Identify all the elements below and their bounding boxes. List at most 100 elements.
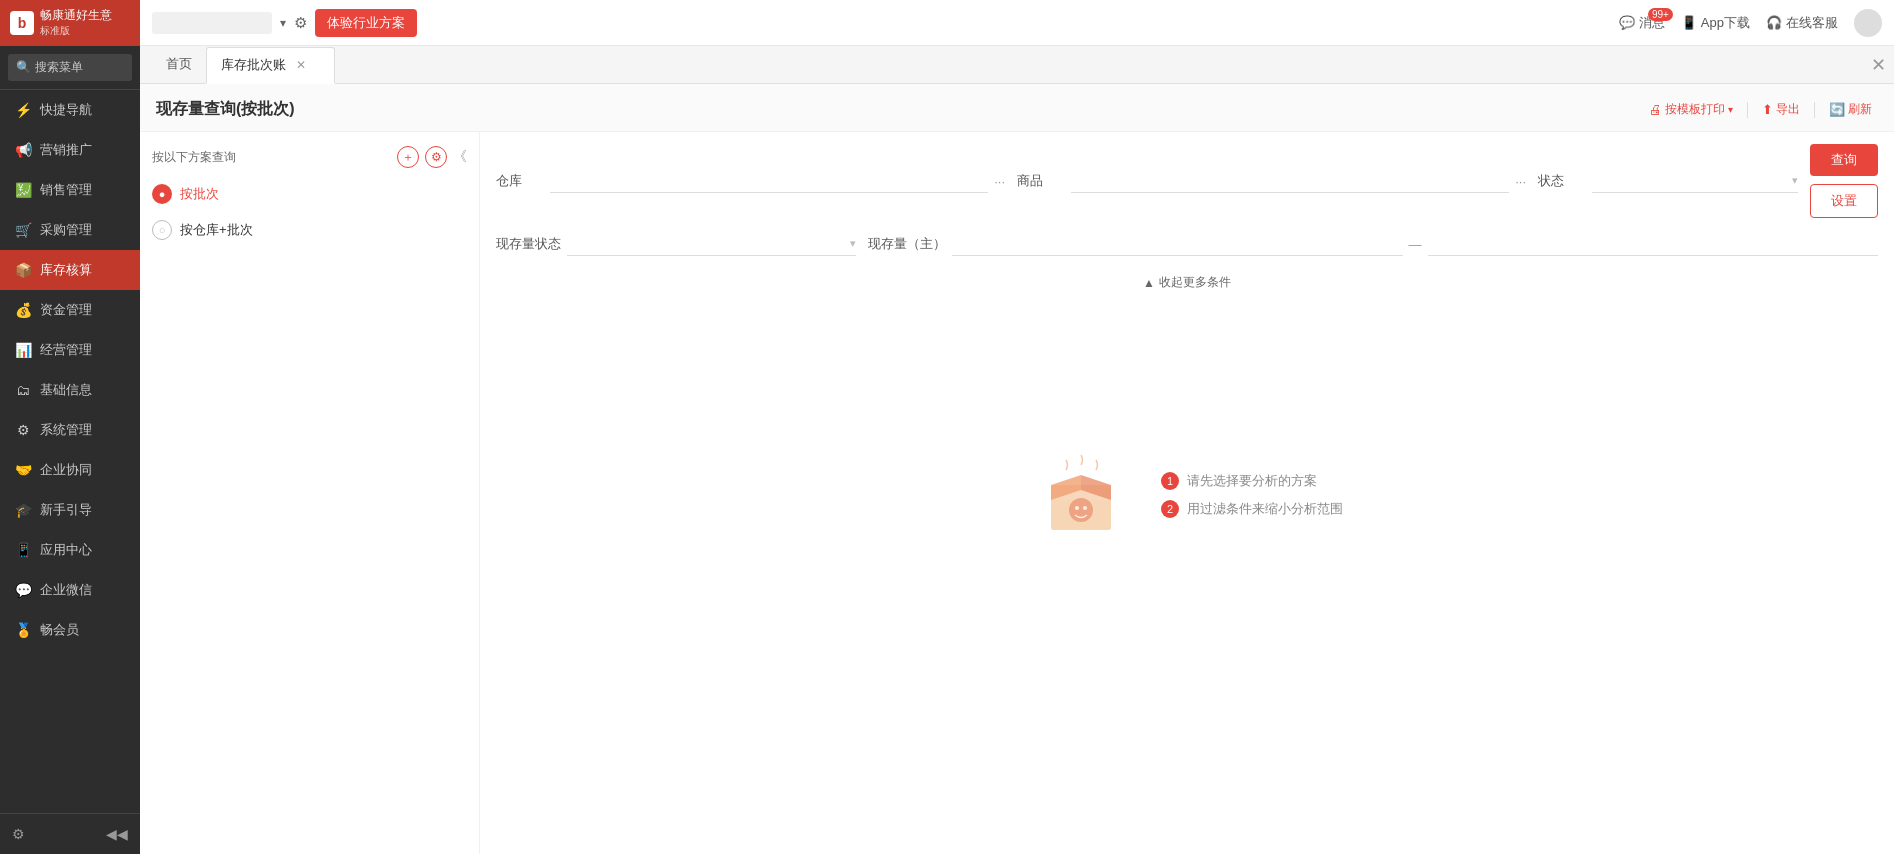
topbar-right: 💬 消息 99+ 📱 App下载 🎧 在线客服: [1619, 9, 1882, 37]
settings-footer-icon[interactable]: ⚙: [8, 822, 29, 846]
status-select-wrap: 启用 停用 ▾: [1592, 169, 1798, 193]
sidebar: b 畅康通好生意 标准版 🔍 搜索菜单 ⚡ 快捷导航 📢 营销推广 💹 销售管理…: [0, 0, 140, 854]
empty-state-content: 1 请先选择要分析的方案 2 用过滤条件来缩小分析范围: [1031, 445, 1343, 545]
product-filter-input[interactable]: [1071, 169, 1509, 193]
experience-btn[interactable]: 体验行业方案: [315, 9, 417, 37]
sidebar-item-marketing[interactable]: 📢 营销推广: [0, 130, 140, 170]
filter-row-1: 仓库 ··· 商品 ··· 状态 启用: [496, 144, 1878, 218]
tab-close-btn[interactable]: ✕: [296, 58, 306, 72]
tip-number-2: 2: [1161, 500, 1179, 518]
quicknav-icon: ⚡: [14, 101, 32, 119]
sidebar-search-section: 🔍 搜索菜单: [0, 46, 140, 90]
sidebar-item-label: 采购管理: [40, 221, 92, 239]
message-icon: 💬: [1619, 15, 1635, 30]
topbar-gear-icon[interactable]: ⚙: [294, 14, 307, 32]
warehouse-filter-input[interactable]: [550, 169, 988, 193]
system-icon: ⚙: [14, 421, 32, 439]
sidebar-item-purchase[interactable]: 🛒 采购管理: [0, 210, 140, 250]
enterprise-icon: 🤝: [14, 461, 32, 479]
page-header-actions: 🖨 按模板打印 ▾ ⬆ 导出 🔄 刷新: [1643, 98, 1878, 121]
sidebar-item-label: 快捷导航: [40, 101, 92, 119]
collapse-left-icon[interactable]: 《: [453, 148, 467, 166]
sidebar-item-appcenter[interactable]: 📱 应用中心: [0, 530, 140, 570]
online-service-item[interactable]: 🎧 在线客服: [1766, 14, 1838, 32]
close-tab-right-icon[interactable]: ✕: [1871, 54, 1886, 76]
svg-point-6: [1083, 506, 1087, 510]
filter-row-2: 现存量状态 全部 有库存 无库存 ▾ 现存量（主）: [496, 232, 1878, 256]
sidebar-item-finance[interactable]: 💰 资金管理: [0, 290, 140, 330]
sidebar-item-wechat[interactable]: 💬 企业微信: [0, 570, 140, 610]
empty-tips: 1 请先选择要分析的方案 2 用过滤条件来缩小分析范围: [1161, 472, 1343, 518]
inventory-status-select[interactable]: 全部 有库存 无库存: [567, 232, 850, 255]
guide-icon: 🎓: [14, 501, 32, 519]
app-download-item[interactable]: 📱 App下载: [1681, 14, 1750, 32]
stock-max-input[interactable]: [1428, 232, 1879, 256]
sidebar-item-basics[interactable]: 🗂 基础信息: [0, 370, 140, 410]
empty-icon: [1031, 445, 1131, 545]
search-menu-button[interactable]: 🔍 搜索菜单: [8, 54, 132, 81]
print-button[interactable]: 🖨 按模板打印 ▾: [1643, 98, 1739, 121]
user-avatar[interactable]: [1854, 9, 1882, 37]
appcenter-icon: 📱: [14, 541, 32, 559]
sidebar-item-member[interactable]: 🏅 畅会员: [0, 610, 140, 650]
chevron-up-icon: ▲: [1143, 276, 1155, 290]
sidebar-item-guide[interactable]: 🎓 新手引导: [0, 490, 140, 530]
main-area: ▾ ⚙ 体验行业方案 💬 消息 99+ 📱 App下载 🎧 在线客服 首页: [140, 0, 1894, 854]
sidebar-nav: ⚡ 快捷导航 📢 营销推广 💹 销售管理 🛒 采购管理 📦 库存核算 💰 资金管…: [0, 90, 140, 813]
topbar: ▾ ⚙ 体验行业方案 💬 消息 99+ 📱 App下载 🎧 在线客服: [140, 0, 1894, 46]
sidebar-item-sales[interactable]: 💹 销售管理: [0, 170, 140, 210]
filter-group-inventory-status: 现存量状态 全部 有库存 无库存 ▾: [496, 232, 856, 256]
sidebar-item-label: 销售管理: [40, 181, 92, 199]
scheme-label-by-warehouse-batch: 按仓库+批次: [180, 221, 253, 239]
add-scheme-icon[interactable]: ＋: [397, 146, 419, 168]
tabbar: 首页 库存批次账 ✕ ✕: [140, 46, 1894, 84]
scheme-label-by-batch: 按批次: [180, 185, 219, 203]
scheme-item-by-warehouse-batch[interactable]: ○ 按仓库+批次: [140, 212, 479, 248]
sidebar-item-enterprise[interactable]: 🤝 企业协同: [0, 450, 140, 490]
query-button[interactable]: 查询: [1810, 144, 1878, 176]
sidebar-item-label: 库存核算: [40, 261, 92, 279]
collapse-filters-row[interactable]: ▲ 收起更多条件: [496, 270, 1878, 295]
sidebar-item-quicknav[interactable]: ⚡ 快捷导航: [0, 90, 140, 130]
settings-scheme-icon[interactable]: ⚙: [425, 146, 447, 168]
stock-min-input[interactable]: [952, 232, 1403, 256]
product-more-icon[interactable]: ···: [1515, 174, 1526, 189]
inventory-status-arrow: ▾: [850, 237, 856, 250]
refresh-button[interactable]: 🔄 刷新: [1823, 98, 1878, 121]
member-icon: 🏅: [14, 621, 32, 639]
warehouse-more-icon[interactable]: ···: [994, 174, 1005, 189]
sidebar-item-system[interactable]: ⚙ 系统管理: [0, 410, 140, 450]
topbar-search-input[interactable]: [152, 12, 272, 34]
filter-group-status: 状态 启用 停用 ▾: [1538, 169, 1798, 193]
topbar-dropdown-arrow[interactable]: ▾: [280, 16, 286, 30]
sidebar-header: b 畅康通好生意 标准版: [0, 0, 140, 46]
tab-home[interactable]: 首页: [152, 47, 206, 83]
product-filter-label: 商品: [1017, 172, 1065, 190]
sidebar-item-label: 畅会员: [40, 621, 79, 639]
sidebar-item-operations[interactable]: 📊 经营管理: [0, 330, 140, 370]
tab-inventory-batch[interactable]: 库存批次账 ✕: [206, 47, 335, 84]
app-title-block: 畅康通好生意 标准版: [40, 8, 112, 38]
stock-dash: —: [1409, 237, 1422, 252]
finance-icon: 💰: [14, 301, 32, 319]
sidebar-item-label: 企业微信: [40, 581, 92, 599]
status-select[interactable]: 启用 停用: [1592, 169, 1792, 192]
wechat-icon: 💬: [14, 581, 32, 599]
search-icon: 🔍: [16, 60, 31, 74]
empty-tip-1: 1 请先选择要分析的方案: [1161, 472, 1343, 490]
inventory-icon: 📦: [14, 261, 32, 279]
sidebar-item-label: 应用中心: [40, 541, 92, 559]
collapse-sidebar-icon[interactable]: ◀◀: [102, 822, 132, 846]
export-icon: ⬆: [1762, 102, 1773, 117]
scheme-item-by-batch[interactable]: ● 按批次: [140, 176, 479, 212]
message-badge-item[interactable]: 💬 消息 99+: [1619, 14, 1665, 32]
empty-state: 1 请先选择要分析的方案 2 用过滤条件来缩小分析范围: [496, 295, 1878, 695]
print-dropdown-icon[interactable]: ▾: [1728, 104, 1733, 115]
right-panel: 仓库 ··· 商品 ··· 状态 启用: [480, 132, 1894, 854]
sidebar-item-inventory[interactable]: 📦 库存核算: [0, 250, 140, 290]
settings-button[interactable]: 设置: [1810, 184, 1878, 218]
scheme-radio-inactive: ○: [152, 220, 172, 240]
status-filter-label: 状态: [1538, 172, 1586, 190]
export-button[interactable]: ⬆ 导出: [1756, 98, 1806, 121]
purchase-icon: 🛒: [14, 221, 32, 239]
